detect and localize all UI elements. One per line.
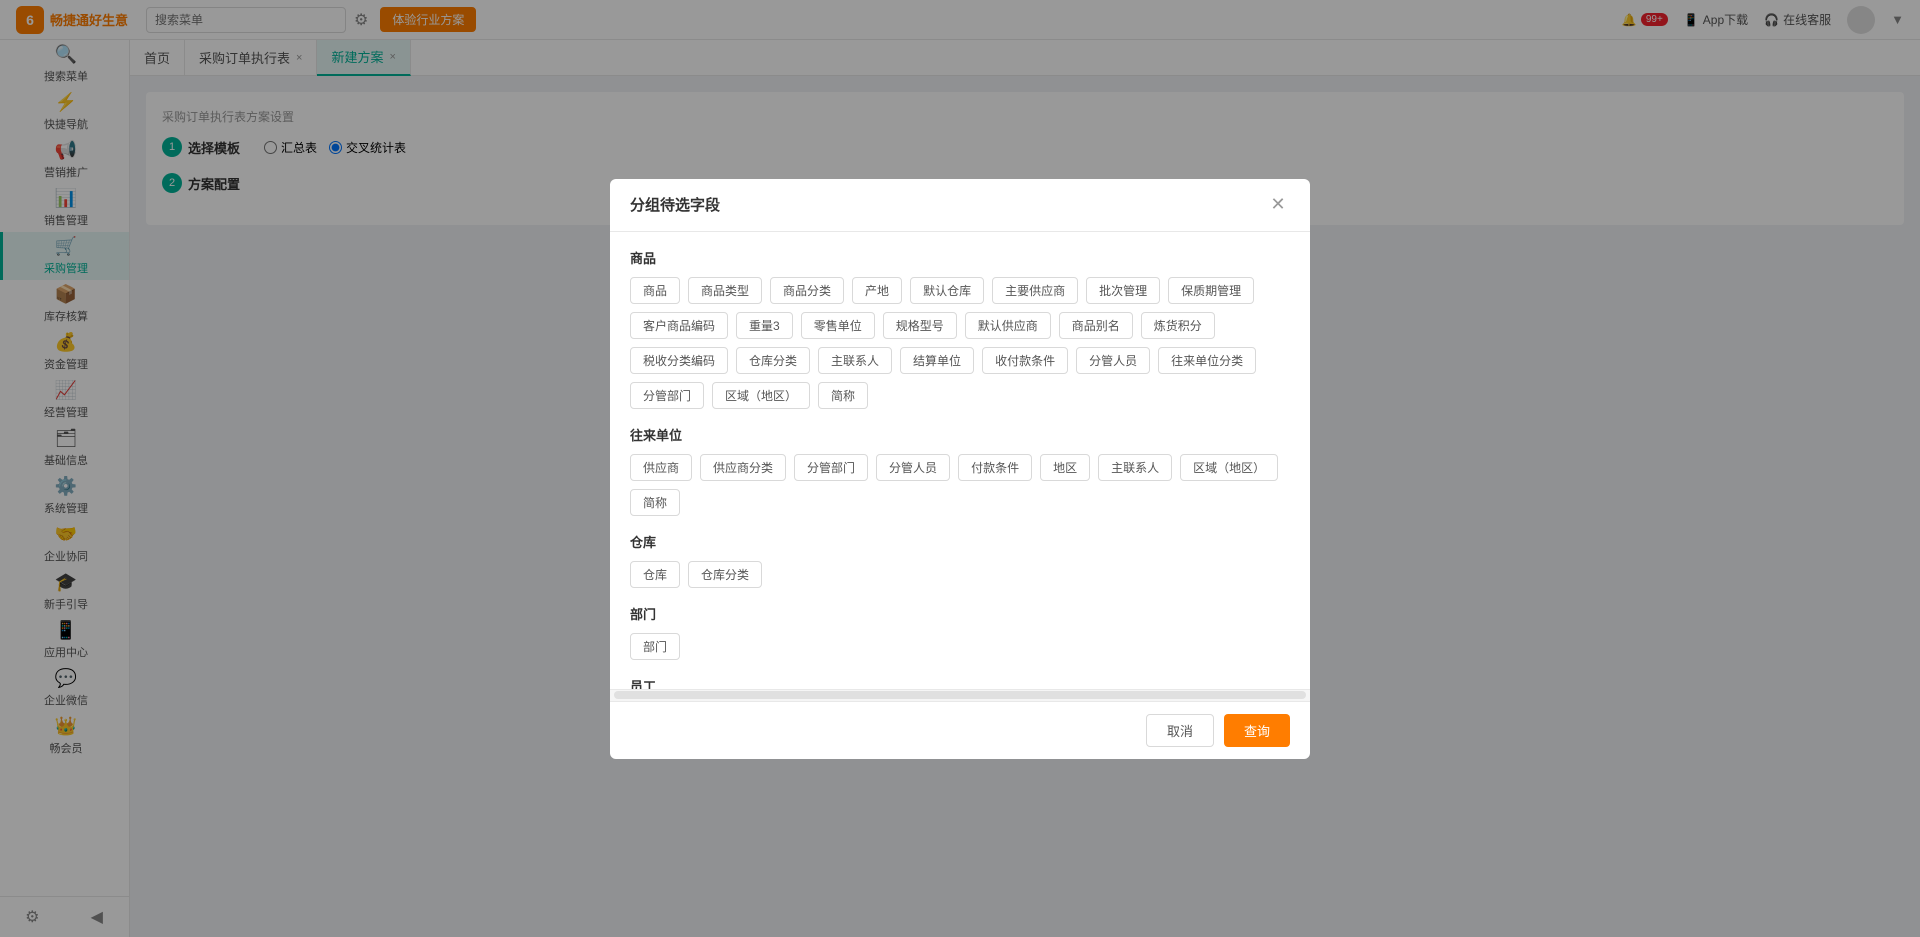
modal-title: 分组待选字段 [630,194,720,215]
field-tag[interactable]: 客户商品编码 [630,312,728,339]
field-tag[interactable]: 保质期管理 [1168,277,1254,304]
field-tags-department: 部门 [630,633,1290,660]
field-tag[interactable]: 部门 [630,633,680,660]
cancel-button[interactable]: 取消 [1146,714,1214,747]
modal-overlay: 分组待选字段 ✕ 商品 商品 商品类型 商品分类 产地 默认仓库 主要供应商 批… [0,0,1920,937]
modal-close-button[interactable]: ✕ [1266,193,1290,217]
field-tag[interactable]: 收付款条件 [982,347,1068,374]
field-tag[interactable]: 重量3 [736,312,793,339]
field-tag[interactable]: 主联系人 [1098,454,1172,481]
confirm-button[interactable]: 查询 [1224,714,1290,747]
field-tag[interactable]: 简称 [818,382,868,409]
field-tag[interactable]: 主联系人 [818,347,892,374]
field-tag[interactable]: 区域（地区） [1180,454,1278,481]
field-tag[interactable]: 分管部门 [630,382,704,409]
field-tag[interactable]: 默认供应商 [965,312,1051,339]
horizontal-scrollbar[interactable] [610,689,1310,701]
field-group-title-employee: 员工 [630,676,1290,689]
field-tag[interactable]: 供应商 [630,454,692,481]
field-group-product: 商品 商品 商品类型 商品分类 产地 默认仓库 主要供应商 批次管理 保质期管理… [630,248,1290,409]
field-tag[interactable]: 地区 [1040,454,1090,481]
field-tag[interactable]: 零售单位 [801,312,875,339]
field-tag[interactable]: 简称 [630,489,680,516]
field-tag[interactable]: 产地 [852,277,902,304]
modal-header: 分组待选字段 ✕ [610,179,1310,232]
field-tag[interactable]: 分管人员 [876,454,950,481]
field-group-warehouse: 仓库 仓库 仓库分类 [630,532,1290,588]
field-group-title-partner: 往来单位 [630,425,1290,444]
field-group-department: 部门 部门 [630,604,1290,660]
field-group-title-warehouse: 仓库 [630,532,1290,551]
field-tag[interactable]: 主要供应商 [992,277,1078,304]
field-group-employee: 员工 业务员 [630,676,1290,689]
field-tag[interactable]: 商品分类 [770,277,844,304]
field-tag[interactable]: 商品类型 [688,277,762,304]
field-tag[interactable]: 结算单位 [900,347,974,374]
field-tag[interactable]: 商品 [630,277,680,304]
field-tag[interactable]: 批次管理 [1086,277,1160,304]
field-tag[interactable]: 仓库分类 [688,561,762,588]
field-tag[interactable]: 商品别名 [1059,312,1133,339]
field-tag[interactable]: 区域（地区） [712,382,810,409]
field-tag[interactable]: 规格型号 [883,312,957,339]
field-group-title-department: 部门 [630,604,1290,623]
field-tag[interactable]: 炼货积分 [1141,312,1215,339]
field-tag[interactable]: 仓库分类 [736,347,810,374]
field-group-partner: 往来单位 供应商 供应商分类 分管部门 分管人员 付款条件 地区 主联系人 区域… [630,425,1290,516]
field-tags-warehouse: 仓库 仓库分类 [630,561,1290,588]
field-tag[interactable]: 往来单位分类 [1158,347,1256,374]
field-tag[interactable]: 仓库 [630,561,680,588]
field-tag[interactable]: 税收分类编码 [630,347,728,374]
field-group-title-product: 商品 [630,248,1290,267]
field-tag[interactable]: 默认仓库 [910,277,984,304]
modal-body: 商品 商品 商品类型 商品分类 产地 默认仓库 主要供应商 批次管理 保质期管理… [610,232,1310,689]
field-tag[interactable]: 付款条件 [958,454,1032,481]
field-tags-product: 商品 商品类型 商品分类 产地 默认仓库 主要供应商 批次管理 保质期管理 客户… [630,277,1290,409]
field-tag[interactable]: 分管人员 [1076,347,1150,374]
field-tag[interactable]: 供应商分类 [700,454,786,481]
modal-footer: 取消 查询 [610,701,1310,759]
field-select-modal: 分组待选字段 ✕ 商品 商品 商品类型 商品分类 产地 默认仓库 主要供应商 批… [610,179,1310,759]
field-tag[interactable]: 分管部门 [794,454,868,481]
field-tags-partner: 供应商 供应商分类 分管部门 分管人员 付款条件 地区 主联系人 区域（地区） … [630,454,1290,516]
